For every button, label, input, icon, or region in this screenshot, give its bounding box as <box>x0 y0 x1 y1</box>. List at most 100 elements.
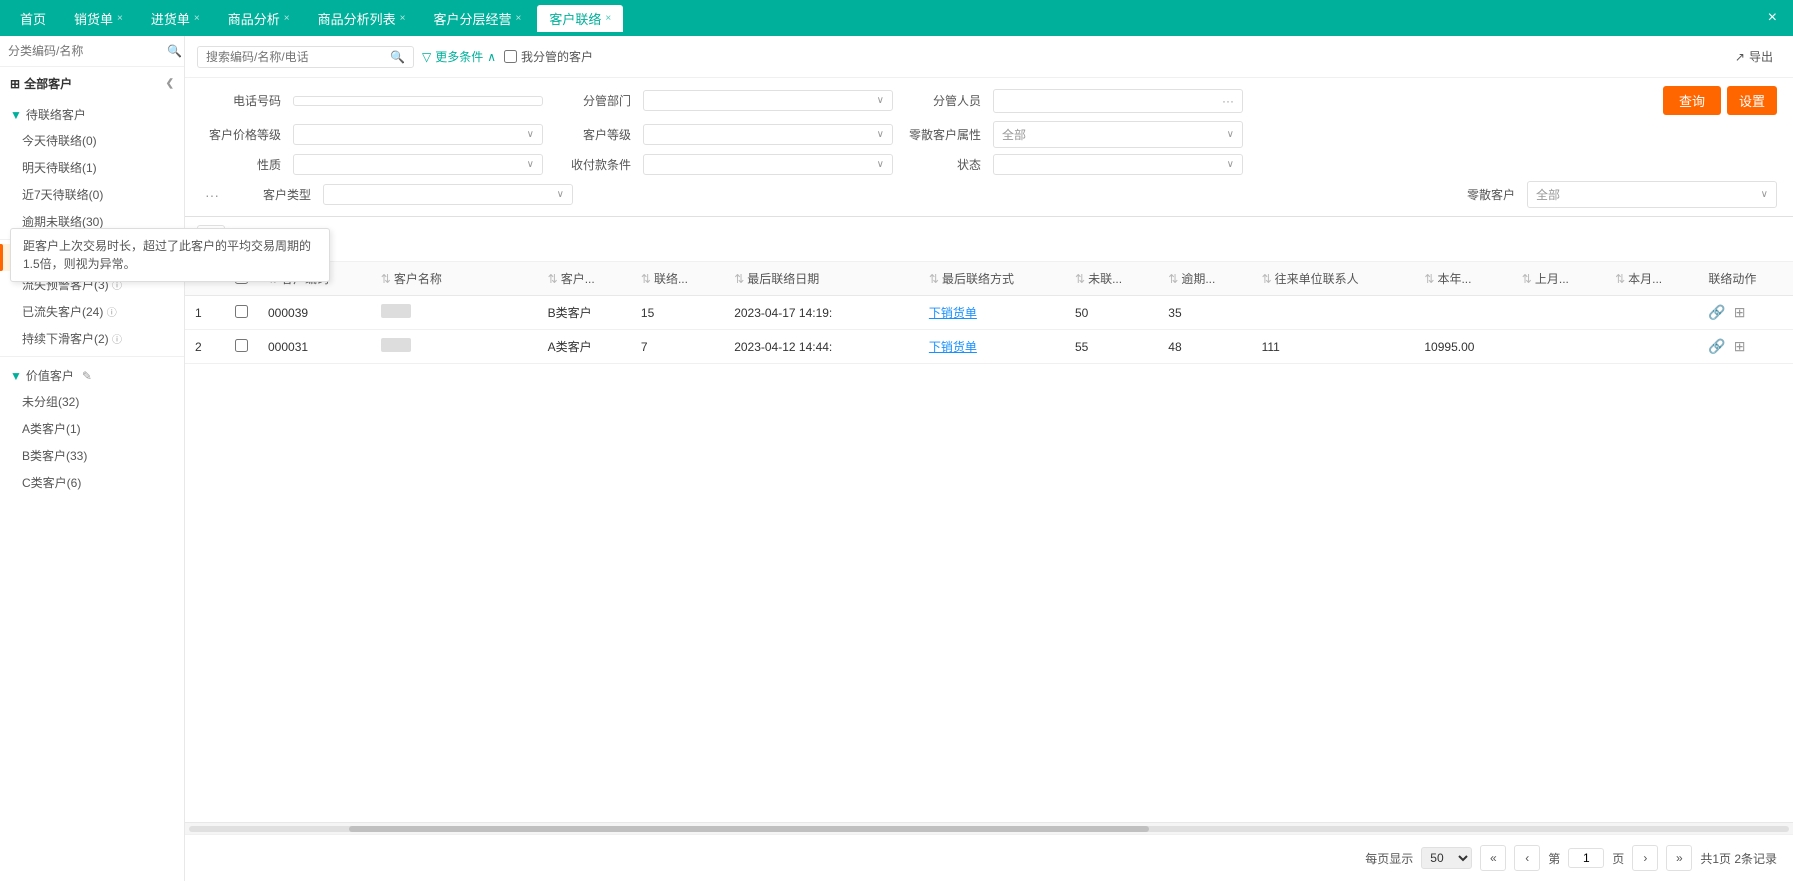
filter-scatter-customer-dropdown[interactable]: 全部 ∨ <box>1527 181 1777 208</box>
grid-icon-1[interactable]: ⊞ <box>1734 304 1746 321</box>
cell-overdue-2: 48 <box>1158 330 1251 364</box>
filter-payment-dropdown[interactable]: ∨ <box>643 154 893 175</box>
per-page-label: 每页显示 <box>1365 850 1413 867</box>
last-page-button[interactable]: » <box>1666 845 1692 871</box>
filter-status-label: 状态 <box>901 156 981 173</box>
col-header-this-year: ⇅ 本年... <box>1414 262 1511 296</box>
export-label: 导出 <box>1749 48 1773 65</box>
sidebar-collapse-icon[interactable]: ❮ <box>166 78 174 89</box>
nav-item-product-list[interactable]: 商品分析列表 × <box>306 5 418 32</box>
tooltip-box: 距客户上次交易时长，超过了此客户的平均交易周期的1.5倍，则视为异常。 <box>10 228 330 282</box>
filter-customer-level-label: 客户等级 <box>551 126 631 143</box>
nav-close-sales[interactable]: × <box>117 13 123 24</box>
data-table: ⇅ 客户编码 ⇅ 客户名称 ⇅ <box>185 262 1793 364</box>
filter-search-input[interactable] <box>206 50 386 64</box>
col-sort-icon-uncontacted: ⇅ <box>1075 272 1085 286</box>
nav-item-home-label: 首页 <box>20 9 46 28</box>
nav-item-customer-contact[interactable]: 客户联络 × <box>537 5 623 32</box>
total-records-label: 共1页 2条记录 <box>1700 850 1777 867</box>
window-close-button[interactable]: × <box>1760 5 1785 31</box>
prev-page-button[interactable]: ‹ <box>1514 845 1540 871</box>
col-header-uncontacted: ⇅ 未联... <box>1065 262 1158 296</box>
filter-nature-dropdown[interactable]: ∨ <box>293 154 543 175</box>
row-checkbox-1[interactable] <box>235 305 248 318</box>
cell-contact-2: 7 <box>631 330 724 364</box>
sidebar-search-icon[interactable]: 🔍 <box>167 44 182 58</box>
nav-item-sales-label: 销货单 <box>74 9 113 28</box>
page-number-input[interactable] <box>1568 848 1604 868</box>
sidebar-item-today[interactable]: 今天待联络(0) <box>0 127 184 154</box>
filter-price-level-label: 客户价格等级 <box>201 126 281 143</box>
filter-more-dots[interactable]: ··· <box>205 187 219 203</box>
nav-close-customer-tier[interactable]: × <box>515 13 521 24</box>
scrollbar-thumb[interactable] <box>349 826 1149 832</box>
grid-icon-2[interactable]: ⊞ <box>1734 338 1746 355</box>
my-customers-checkbox[interactable] <box>504 50 517 63</box>
cell-last-contact-date-2: 2023-04-12 14:44: <box>724 330 919 364</box>
nav-item-customer-contact-label: 客户联络 <box>549 9 601 28</box>
sidebar-item-class-b[interactable]: B类客户(33) <box>0 442 184 469</box>
last-contact-method-link-1[interactable]: 下销货单 <box>929 306 977 320</box>
col-header-this-month: ⇅ 本月... <box>1605 262 1698 296</box>
sidebar-group-value[interactable]: ▼ 价值客户 ✎ <box>0 361 184 388</box>
nav-close-product-analysis[interactable]: × <box>284 13 290 24</box>
sidebar-item-tomorrow[interactable]: 明天待联络(1) <box>0 154 184 181</box>
sidebar-item-class-c[interactable]: C类客户(6) <box>0 469 184 496</box>
nav-item-home[interactable]: 首页 <box>8 5 58 32</box>
next-page-button[interactable]: › <box>1632 845 1658 871</box>
filter-status-dropdown[interactable]: ∨ <box>993 154 1243 175</box>
top-navigation: 首页 销货单 × 进货单 × 商品分析 × 商品分析列表 × 客户分层经营 × … <box>0 0 1793 36</box>
filter-price-level-dropdown[interactable]: ∨ <box>293 124 543 145</box>
first-page-button[interactable]: « <box>1480 845 1506 871</box>
filter-dept-chevron: ∨ <box>877 95 884 106</box>
sidebar-group-value-label: 价值客户 <box>26 367 74 384</box>
filter-status-chevron: ∨ <box>1227 159 1234 170</box>
cell-last-month-2 <box>1512 330 1605 364</box>
nav-close-product-list[interactable]: × <box>400 13 406 24</box>
sidebar-item-unclassified[interactable]: 未分组(32) <box>0 388 184 415</box>
sidebar-all-customers[interactable]: ⊞ 全部客户 ❮ <box>0 67 184 100</box>
filter-phone-input[interactable] <box>293 96 543 106</box>
filter-search-icon[interactable]: 🔍 <box>390 50 405 64</box>
sidebar-item-7days[interactable]: 近7天待联络(0) <box>0 181 184 208</box>
nav-close-customer-contact[interactable]: × <box>605 13 611 24</box>
more-conditions-button[interactable]: ▽ 更多条件 ∧ <box>422 48 496 65</box>
link-icon-1[interactable]: 🔗 <box>1708 304 1725 321</box>
sidebar-item-class-a[interactable]: A类客户(1) <box>0 415 184 442</box>
cell-last-month-1 <box>1512 296 1605 330</box>
last-contact-method-link-2[interactable]: 下销货单 <box>929 340 977 354</box>
row-checkbox-2[interactable] <box>235 339 248 352</box>
table-toolbar: ⚙ <box>185 217 1793 262</box>
filter-row-2: 客户价格等级 ∨ 客户等级 ∨ 零散客户属性 全部 ∨ <box>201 121 1777 148</box>
horizontal-scrollbar[interactable] <box>185 822 1793 834</box>
sidebar-group-pending[interactable]: ▼ 待联络客户 <box>0 100 184 127</box>
sidebar-item-declining[interactable]: 持续下滑客户(2) ⓘ <box>0 325 184 352</box>
export-button[interactable]: ↗ 导出 <box>1727 44 1781 69</box>
filter-customer-level-dropdown[interactable]: ∨ <box>643 124 893 145</box>
settings-button[interactable]: 设置 <box>1727 86 1777 115</box>
tooltip-text: 距客户上次交易时长，超过了此客户的平均交易周期的1.5倍，则视为异常。 <box>23 239 311 271</box>
nav-item-product-analysis[interactable]: 商品分析 × <box>216 5 302 32</box>
nav-item-product-list-label: 商品分析列表 <box>318 9 396 28</box>
filter-person-dropdown[interactable]: ··· <box>993 89 1243 113</box>
filter-dept-dropdown[interactable]: ∨ <box>643 90 893 111</box>
cell-this-year-1 <box>1414 296 1511 330</box>
nav-item-sales[interactable]: 销货单 × <box>62 5 135 32</box>
filter-customer-type-dropdown[interactable]: ∨ <box>323 184 573 205</box>
query-button[interactable]: 查询 <box>1663 86 1721 115</box>
nav-item-customer-tier[interactable]: 客户分层经营 × <box>421 5 533 32</box>
col-this-month-label: 本月... <box>1628 270 1662 287</box>
nav-close-purchase[interactable]: × <box>194 13 200 24</box>
cell-checkbox-1 <box>225 296 258 330</box>
link-icon-2[interactable]: 🔗 <box>1708 338 1725 355</box>
filter-scatter-attr-dropdown[interactable]: 全部 ∨ <box>993 121 1243 148</box>
sidebar-edit-icon[interactable]: ✎ <box>82 369 92 383</box>
filter-customer-level-chevron: ∨ <box>877 129 884 140</box>
sidebar-search-input[interactable] <box>8 44 163 58</box>
pagination-bar: 每页显示 50 20 100 200 « ‹ 第 页 › » 共1页 2条记录 <box>185 834 1793 881</box>
col-this-year-label: 本年... <box>1437 270 1471 287</box>
nav-item-purchase[interactable]: 进货单 × <box>139 5 212 32</box>
per-page-select[interactable]: 50 20 100 200 <box>1421 847 1472 869</box>
sidebar-item-lost[interactable]: 已流失客户(24) ⓘ <box>0 298 184 325</box>
filter-nature-label: 性质 <box>201 156 281 173</box>
